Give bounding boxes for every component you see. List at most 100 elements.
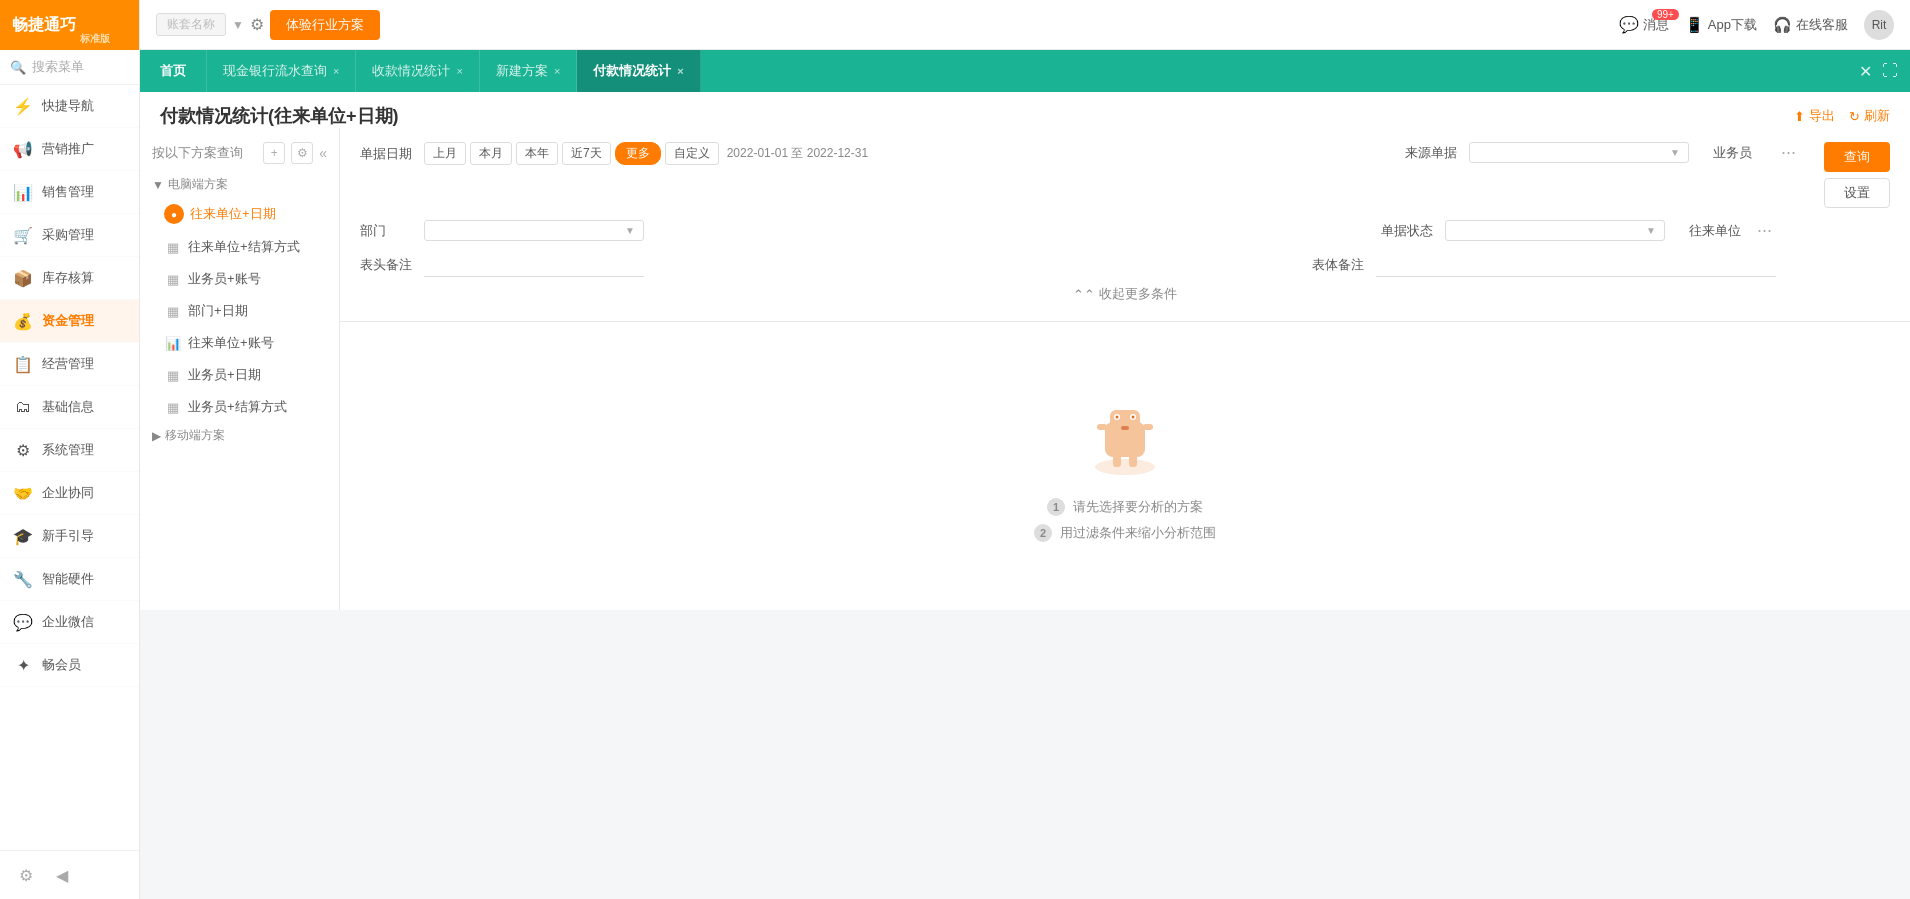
plan-item-dept-date[interactable]: ▦部门+日期 <box>140 295 339 327</box>
plan-item-staff-date[interactable]: ▦业务员+日期 <box>140 359 339 391</box>
plan-add-icon[interactable]: + <box>263 142 285 164</box>
export-btn[interactable]: ⬆ 导出 <box>1794 107 1835 125</box>
settings-bottom-icon[interactable]: ⚙ <box>12 861 40 889</box>
sidebar-item-purchase[interactable]: 🛒 采购管理 <box>0 214 139 257</box>
sidebar-item-quick-nav[interactable]: ⚡ 快捷导航 <box>0 85 139 128</box>
account-chevron-icon[interactable]: ▼ <box>232 18 244 32</box>
tab-bank-flow[interactable]: 现金银行流水查询× <box>207 50 356 92</box>
tab-home[interactable]: 首页 <box>140 50 207 92</box>
sidebar-item-basic-info[interactable]: 🗂 基础信息 <box>0 386 139 429</box>
tab-close-payment-stat[interactable]: × <box>677 65 683 77</box>
collapse-up-icon: ⌃⌃ <box>1073 287 1095 302</box>
plan-collapse-icon[interactable]: « <box>319 145 327 161</box>
settings-btn[interactable]: 设置 <box>1824 178 1890 208</box>
sidebar-item-sales[interactable]: 📊 销售管理 <box>0 171 139 214</box>
header-note-input[interactable] <box>424 253 644 277</box>
right-filter: 单据日期 上月 本月 本年 近7天 更多 自定义 2022-01-01 至 20… <box>340 128 1910 322</box>
header-gear-icon[interactable]: ⚙ <box>250 15 264 34</box>
svg-rect-8 <box>1097 424 1107 430</box>
plan-settings-icon[interactable]: ⚙ <box>291 142 313 164</box>
filter-row-3: 表头备注 表体备注 <box>360 253 1890 277</box>
svg-point-0 <box>1095 459 1155 475</box>
plan-items-container: ●往来单位+日期▦往来单位+结算方式▦业务员+账号▦部门+日期📊往来单位+账号▦… <box>140 197 339 423</box>
sidebar-item-inventory[interactable]: 📦 库存核算 <box>0 257 139 300</box>
svg-rect-11 <box>1129 455 1137 467</box>
user-name-text: Rit <box>1872 18 1887 32</box>
svg-rect-9 <box>1143 424 1153 430</box>
collapse-conditions-btn[interactable]: ⌃⌃ 收起更多条件 <box>360 277 1890 307</box>
tab-bar-right: ✕ ⛶ <box>1847 50 1910 92</box>
this-year-btn[interactable]: 本年 <box>516 142 558 165</box>
fullscreen-icon[interactable]: ⛶ <box>1882 62 1898 80</box>
message-icon: 💬 <box>1619 15 1639 34</box>
body-note-label: 表体备注 <box>1312 256 1368 274</box>
empty-step-1: 1 请先选择要分析的方案 <box>1047 498 1203 516</box>
collapse-sidebar-icon[interactable]: ◀ <box>48 861 76 889</box>
sidebar-item-enterprise[interactable]: 🤝 企业协同 <box>0 472 139 515</box>
partner-dots[interactable]: ··· <box>1753 220 1776 241</box>
doc-status-select[interactable]: ▼ <box>1445 220 1665 241</box>
doc-status-group: 单据状态 ▼ <box>1381 220 1665 241</box>
user-avatar[interactable]: Rit <box>1864 10 1894 40</box>
refresh-btn[interactable]: ↻ 刷新 <box>1849 107 1890 125</box>
last-month-btn[interactable]: 上月 <box>424 142 466 165</box>
sidebar-item-capital[interactable]: 💰 资金管理 <box>0 300 139 343</box>
logo-text: 畅捷通巧 <box>12 15 76 36</box>
mobile-section[interactable]: ▶ 移动端方案 <box>140 423 339 448</box>
partner-date-icon: ● <box>164 204 184 224</box>
account-name[interactable]: 账套名称 <box>156 13 226 36</box>
partner-label: 往来单位 <box>1689 222 1745 240</box>
tab-close-new-plan[interactable]: × <box>554 65 560 77</box>
sidebar-item-guide[interactable]: 🎓 新手引导 <box>0 515 139 558</box>
desktop-section-title[interactable]: ▼ 电脑端方案 <box>140 172 339 197</box>
sidebar-label-sales: 销售管理 <box>42 183 94 201</box>
sidebar-item-sys-mgmt[interactable]: ⚙ 系统管理 <box>0 429 139 472</box>
dept-select[interactable]: ▼ <box>424 220 644 241</box>
custom-btn[interactable]: 自定义 <box>665 142 719 165</box>
last-7-days-btn[interactable]: 近7天 <box>562 142 611 165</box>
plan-item-partner-date[interactable]: ●往来单位+日期 <box>140 197 339 231</box>
sidebar-item-wechat[interactable]: 💬 企业微信 <box>0 601 139 644</box>
main-split: 按以下方案查询 + ⚙ « ▼ 电脑端方案 ●往来单位+日期▦往来单位+结算方式… <box>140 128 1910 610</box>
right-content: 单据日期 上月 本月 本年 近7天 更多 自定义 2022-01-01 至 20… <box>340 128 1910 610</box>
tab-receipt-stat[interactable]: 收款情况统计× <box>356 50 479 92</box>
message-btn[interactable]: 💬 99+ 消息 <box>1619 15 1669 34</box>
close-all-tabs-icon[interactable]: ✕ <box>1859 62 1872 81</box>
trial-btn[interactable]: 体验行业方案 <box>270 10 380 40</box>
sidebar-item-smart-hw[interactable]: 🔧 智能硬件 <box>0 558 139 601</box>
plan-item-staff-account[interactable]: ▦业务员+账号 <box>140 263 339 295</box>
tab-close-bank-flow[interactable]: × <box>333 65 339 77</box>
more-btn[interactable]: 更多 <box>615 142 661 165</box>
action-buttons: 查询 设置 <box>1824 142 1890 208</box>
plan-item-partner-account[interactable]: 📊往来单位+账号 <box>140 327 339 359</box>
plan-item-staff-settle[interactable]: ▦业务员+结算方式 <box>140 391 339 423</box>
sidebar-item-member[interactable]: ✦ 畅会员 <box>0 644 139 687</box>
svg-point-6 <box>1132 416 1135 419</box>
filter-row-2: 部门 ▼ 单据状态 ▼ <box>360 220 1890 241</box>
sidebar-item-marketing[interactable]: 📢 营销推广 <box>0 128 139 171</box>
tab-close-receipt-stat[interactable]: × <box>456 65 462 77</box>
body-note-input[interactable] <box>1376 253 1776 277</box>
source-doc-select[interactable]: ▼ <box>1469 142 1689 163</box>
staff-dots[interactable]: ··· <box>1777 142 1800 163</box>
sidebar-label-guide: 新手引导 <box>42 527 94 545</box>
page-actions-row: 付款情况统计(往来单位+日期) ⬆ 导出 ↻ 刷新 <box>140 92 1910 128</box>
plan-panel: 按以下方案查询 + ⚙ « ▼ 电脑端方案 ●往来单位+日期▦往来单位+结算方式… <box>140 128 340 610</box>
sidebar-search[interactable]: 🔍 搜索菜单 <box>0 50 139 85</box>
sidebar-label-basic-info: 基础信息 <box>42 398 94 416</box>
step1-text: 请先选择要分析的方案 <box>1073 498 1203 516</box>
marketing-icon: 📢 <box>12 138 34 160</box>
query-btn[interactable]: 查询 <box>1824 142 1890 172</box>
online-service-btn[interactable]: 🎧 在线客服 <box>1773 16 1848 34</box>
empty-state-illustration <box>1075 382 1175 482</box>
sidebar-item-operations[interactable]: 📋 经营管理 <box>0 343 139 386</box>
tab-payment-stat[interactable]: 付款情况统计× <box>577 50 700 92</box>
plan-item-partner-settle[interactable]: ▦往来单位+结算方式 <box>140 231 339 263</box>
capital-icon: 💰 <box>12 310 34 332</box>
tab-label-new-plan: 新建方案 <box>496 62 548 80</box>
plan-panel-icons: + ⚙ « <box>263 142 327 164</box>
app-download-btn[interactable]: 📱 App下载 <box>1685 16 1757 34</box>
this-month-btn[interactable]: 本月 <box>470 142 512 165</box>
tab-new-plan[interactable]: 新建方案 × <box>480 50 577 92</box>
header-note-group: 表头备注 <box>360 253 644 277</box>
